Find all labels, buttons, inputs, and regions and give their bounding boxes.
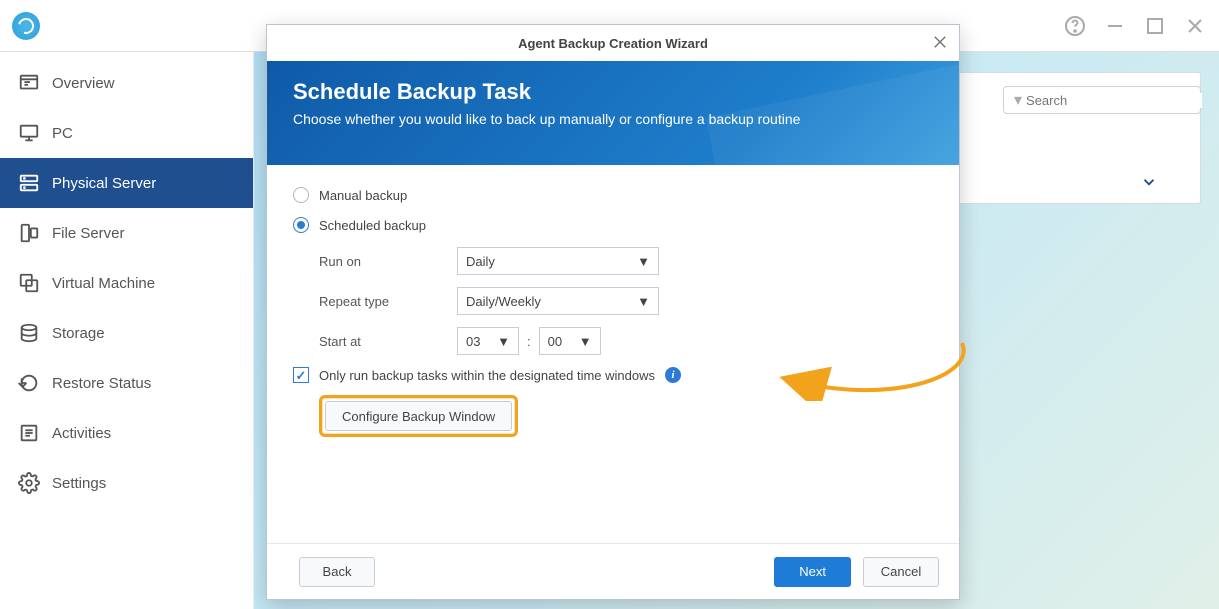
overview-icon: [18, 72, 40, 94]
sidebar-item-virtual-machine[interactable]: Virtual Machine: [0, 258, 253, 308]
app-logo-icon: [12, 12, 40, 40]
sidebar-item-storage[interactable]: Storage: [0, 308, 253, 358]
checkbox-label: Only run backup tasks within the designa…: [319, 368, 655, 383]
wizard-modal: Agent Backup Creation Wizard Schedule Ba…: [266, 24, 960, 600]
modal-body: Manual backup Scheduled backup Run on Da…: [267, 165, 959, 543]
radio-icon: [293, 217, 309, 233]
configure-backup-window-button[interactable]: Configure Backup Window: [325, 401, 512, 431]
restore-icon: [18, 372, 40, 394]
radio-icon: [293, 187, 309, 203]
sidebar-item-label: Activities: [52, 425, 111, 442]
sidebar-item-label: PC: [52, 125, 73, 142]
start-minute-select[interactable]: 00 ▼: [539, 327, 601, 355]
caret-down-icon: ▼: [579, 334, 592, 349]
radio-label: Manual backup: [319, 188, 407, 203]
next-button[interactable]: Next: [774, 557, 851, 587]
sidebar: Overview PC Physical Server File Server …: [0, 52, 254, 609]
sidebar-item-physical-server[interactable]: Physical Server: [0, 158, 253, 208]
search-separator: ▾: [1014, 90, 1022, 110]
storage-icon: [18, 322, 40, 344]
modal-title-text: Agent Backup Creation Wizard: [518, 36, 708, 51]
start-hour-select[interactable]: 03 ▼: [457, 327, 519, 355]
chevron-down-icon[interactable]: [1140, 173, 1158, 196]
repeat-type-select[interactable]: Daily/Weekly ▼: [457, 287, 659, 315]
select-value: 03: [466, 334, 480, 349]
caret-down-icon: ▼: [497, 334, 510, 349]
sidebar-item-label: Virtual Machine: [52, 275, 155, 292]
cancel-button[interactable]: Cancel: [863, 557, 939, 587]
pc-icon: [18, 122, 40, 144]
sidebar-item-label: Settings: [52, 475, 106, 492]
close-window-icon[interactable]: [1183, 14, 1207, 38]
time-colon: :: [527, 334, 531, 349]
checkbox-icon: [293, 367, 309, 383]
sidebar-item-overview[interactable]: Overview: [0, 58, 253, 108]
sidebar-item-activities[interactable]: Activities: [0, 408, 253, 458]
caret-down-icon: ▼: [637, 294, 650, 309]
run-on-select[interactable]: Daily ▼: [457, 247, 659, 275]
sidebar-item-label: Storage: [52, 325, 105, 342]
modal-titlebar: Agent Backup Creation Wizard: [267, 25, 959, 61]
sidebar-item-pc[interactable]: PC: [0, 108, 253, 158]
info-icon[interactable]: i: [665, 367, 681, 383]
sidebar-item-file-server[interactable]: File Server: [0, 208, 253, 258]
sidebar-item-label: File Server: [52, 225, 125, 242]
radio-scheduled-backup[interactable]: Scheduled backup: [293, 217, 933, 233]
radio-label: Scheduled backup: [319, 218, 426, 233]
back-button[interactable]: Back: [299, 557, 375, 587]
vm-icon: [18, 272, 40, 294]
help-icon[interactable]: [1063, 14, 1087, 38]
sidebar-item-settings[interactable]: Settings: [0, 458, 253, 508]
gear-icon: [18, 472, 40, 494]
time-window-checkbox-row[interactable]: Only run backup tasks within the designa…: [293, 367, 933, 383]
sidebar-item-restore-status[interactable]: Restore Status: [0, 358, 253, 408]
select-value: Daily: [466, 254, 495, 269]
sidebar-item-label: Overview: [52, 75, 115, 92]
activities-icon: [18, 422, 40, 444]
file-server-icon: [18, 222, 40, 244]
maximize-icon[interactable]: [1143, 14, 1167, 38]
search-box[interactable]: ▾: [1003, 86, 1201, 114]
modal-footer: Back Next Cancel: [267, 543, 959, 599]
select-value: 00: [548, 334, 562, 349]
start-at-label: Start at: [319, 334, 457, 349]
physical-server-icon: [18, 172, 40, 194]
repeat-type-label: Repeat type: [319, 294, 457, 309]
select-value: Daily/Weekly: [466, 294, 541, 309]
modal-header-title: Schedule Backup Task: [293, 79, 933, 105]
caret-down-icon: ▼: [637, 254, 650, 269]
minimize-icon[interactable]: [1103, 14, 1127, 38]
run-on-label: Run on: [319, 254, 457, 269]
radio-manual-backup[interactable]: Manual backup: [293, 187, 933, 203]
modal-header: Schedule Backup Task Choose whether you …: [267, 61, 959, 165]
search-input[interactable]: [1026, 93, 1202, 108]
annotation-highlight: Configure Backup Window: [319, 395, 518, 437]
sidebar-item-label: Physical Server: [52, 175, 156, 192]
close-icon[interactable]: [931, 33, 949, 51]
sidebar-item-label: Restore Status: [52, 375, 151, 392]
modal-header-subtitle: Choose whether you would like to back up…: [293, 111, 933, 127]
